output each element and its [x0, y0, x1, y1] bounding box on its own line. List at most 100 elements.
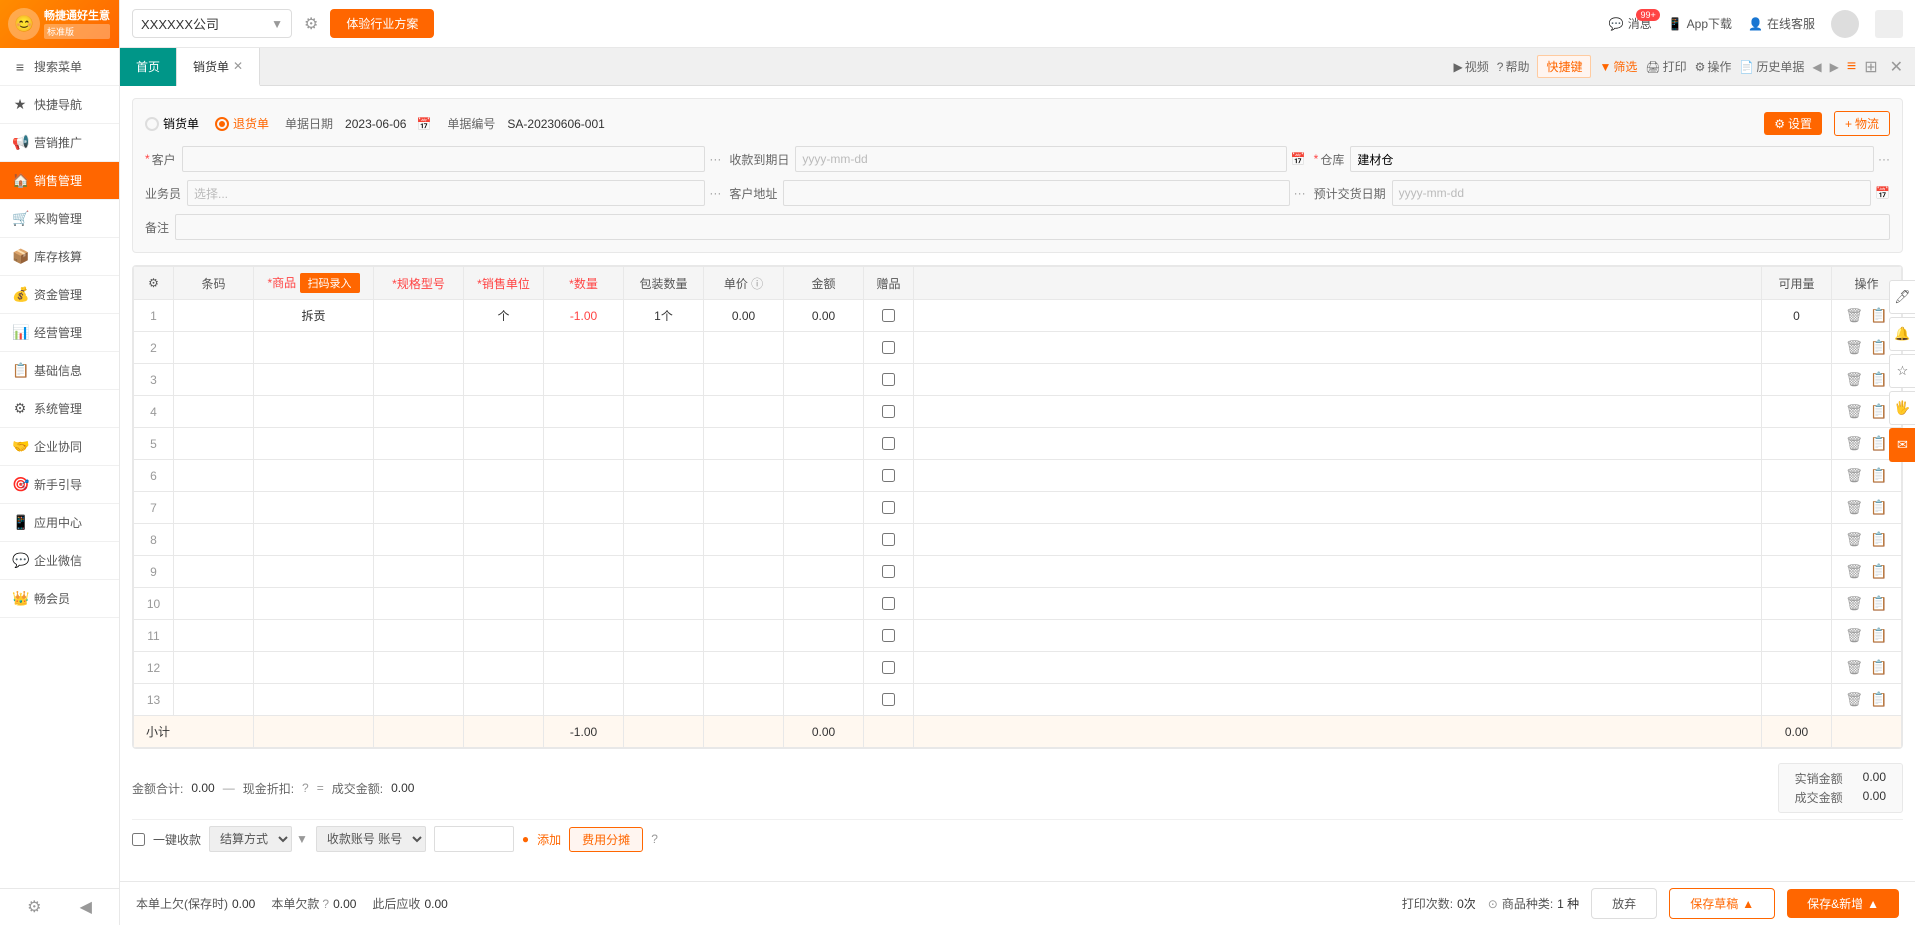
row-amount[interactable]: [784, 492, 864, 524]
row-price[interactable]: [704, 492, 784, 524]
row-product[interactable]: [254, 492, 374, 524]
row-product[interactable]: [254, 588, 374, 620]
tab-home[interactable]: 首页: [120, 48, 177, 86]
row-unit[interactable]: [464, 524, 544, 556]
row-pkgqty[interactable]: [624, 428, 704, 460]
app-download-btn[interactable]: 📱 App下载: [1668, 15, 1732, 32]
row-barcode[interactable]: [174, 556, 254, 588]
delete-icon[interactable]: 🗑: [1845, 339, 1863, 355]
experience-btn[interactable]: 体验行业方案: [330, 9, 434, 38]
topbar-gear-icon[interactable]: ⚙: [304, 14, 318, 34]
right-panel-btn-1[interactable]: 🖊: [1889, 280, 1915, 314]
gift-checkbox[interactable]: [882, 341, 895, 354]
row-product[interactable]: [254, 524, 374, 556]
discount-help-icon[interactable]: ?: [302, 781, 309, 795]
delete-icon[interactable]: 🗑: [1845, 563, 1863, 579]
row-price[interactable]: [704, 364, 784, 396]
gift-checkbox[interactable]: [882, 661, 895, 674]
collection-date-input[interactable]: yyyy-mm-dd: [795, 146, 1286, 172]
sidebar-item-search-order[interactable]: ≡搜索菜单: [0, 48, 119, 86]
row-gift[interactable]: [864, 460, 914, 492]
row-unit[interactable]: [464, 460, 544, 492]
row-amount[interactable]: [784, 620, 864, 652]
right-panel-btn-5[interactable]: ✉: [1889, 428, 1915, 462]
row-spec[interactable]: [374, 524, 464, 556]
sidebar-item-basic-info[interactable]: 📋基础信息: [0, 352, 119, 390]
user-menu-btn[interactable]: [1875, 10, 1903, 38]
row-unit[interactable]: [464, 588, 544, 620]
scan-btn[interactable]: 扫码录入: [300, 273, 360, 293]
right-panel-btn-3[interactable]: ☆: [1889, 354, 1915, 388]
toolbar-prev-icon[interactable]: ◀: [1812, 60, 1821, 74]
gift-checkbox[interactable]: [882, 693, 895, 706]
gift-checkbox[interactable]: [882, 309, 895, 322]
sidebar-collapse-icon[interactable]: ◀: [80, 897, 92, 917]
toolbar-grid-view[interactable]: ⊞: [1864, 57, 1877, 77]
row-product[interactable]: [254, 364, 374, 396]
gift-checkbox[interactable]: [882, 469, 895, 482]
delete-icon[interactable]: 🗑: [1845, 403, 1863, 419]
one-click-pay-checkbox[interactable]: [132, 833, 145, 846]
row-price[interactable]: 0.00: [704, 300, 784, 332]
row-qty[interactable]: [544, 684, 624, 716]
copy-icon[interactable]: 📋: [1870, 435, 1887, 451]
row-unit[interactable]: [464, 556, 544, 588]
row-gift[interactable]: [864, 524, 914, 556]
row-pkgqty[interactable]: [624, 460, 704, 492]
row-gift[interactable]: [864, 428, 914, 460]
row-spec[interactable]: [374, 556, 464, 588]
payment-help-icon[interactable]: ?: [651, 832, 658, 846]
row-price[interactable]: [704, 620, 784, 652]
row-price[interactable]: [704, 332, 784, 364]
row-barcode[interactable]: [174, 428, 254, 460]
copy-icon[interactable]: 📋: [1870, 595, 1887, 611]
product-types-icon[interactable]: ⊙: [1488, 897, 1498, 911]
row-gift[interactable]: [864, 332, 914, 364]
row-product[interactable]: 拆贡: [254, 300, 374, 332]
row-product[interactable]: [254, 620, 374, 652]
sidebar-item-marketing[interactable]: 📢营销推广: [0, 124, 119, 162]
payment-method-select[interactable]: 结算方式: [209, 826, 292, 852]
row-price[interactable]: [704, 428, 784, 460]
gift-checkbox[interactable]: [882, 501, 895, 514]
sidebar-item-operation[interactable]: 📊经营管理: [0, 314, 119, 352]
row-gift[interactable]: [864, 396, 914, 428]
remark-input[interactable]: [175, 214, 1890, 240]
toolbar-help[interactable]: ? 帮助: [1497, 58, 1530, 75]
row-qty[interactable]: [544, 652, 624, 684]
row-pkgqty[interactable]: [624, 524, 704, 556]
expected-date-input[interactable]: yyyy-mm-dd: [1392, 180, 1871, 206]
copy-icon[interactable]: 📋: [1870, 659, 1887, 675]
row-spec[interactable]: [374, 332, 464, 364]
row-qty[interactable]: [544, 428, 624, 460]
copy-icon[interactable]: 📋: [1870, 627, 1887, 643]
expense-btn[interactable]: 费用分摊: [569, 827, 643, 852]
save-new-btn[interactable]: 保存&新增 ▲: [1787, 889, 1899, 918]
row-qty[interactable]: [544, 524, 624, 556]
row-qty[interactable]: -1.00: [544, 300, 624, 332]
row-pkgqty[interactable]: [624, 556, 704, 588]
row-gift[interactable]: [864, 300, 914, 332]
th-settings[interactable]: ⚙: [134, 267, 174, 300]
row-gift[interactable]: [864, 620, 914, 652]
row-spec[interactable]: [374, 396, 464, 428]
row-amount[interactable]: 0.00: [784, 300, 864, 332]
row-pkgqty[interactable]: [624, 620, 704, 652]
row-amount[interactable]: [784, 588, 864, 620]
row-pkgqty[interactable]: [624, 684, 704, 716]
row-qty[interactable]: [544, 364, 624, 396]
right-panel-btn-2[interactable]: 🔔: [1889, 317, 1915, 351]
row-product[interactable]: [254, 396, 374, 428]
gift-checkbox[interactable]: [882, 533, 895, 546]
date-calendar-icon[interactable]: 📅: [416, 117, 431, 131]
message-btn[interactable]: 💬 消息 99+: [1609, 15, 1652, 32]
customer-address-input[interactable]: [783, 180, 1289, 206]
delete-icon[interactable]: 🗑: [1845, 691, 1863, 707]
row-qty[interactable]: [544, 460, 624, 492]
row-barcode[interactable]: [174, 524, 254, 556]
row-unit[interactable]: [464, 332, 544, 364]
draft-btn[interactable]: 保存草稿 ▲: [1669, 888, 1775, 919]
row-product[interactable]: [254, 684, 374, 716]
salesperson-input[interactable]: 选择...: [187, 180, 705, 206]
row-barcode[interactable]: [174, 300, 254, 332]
